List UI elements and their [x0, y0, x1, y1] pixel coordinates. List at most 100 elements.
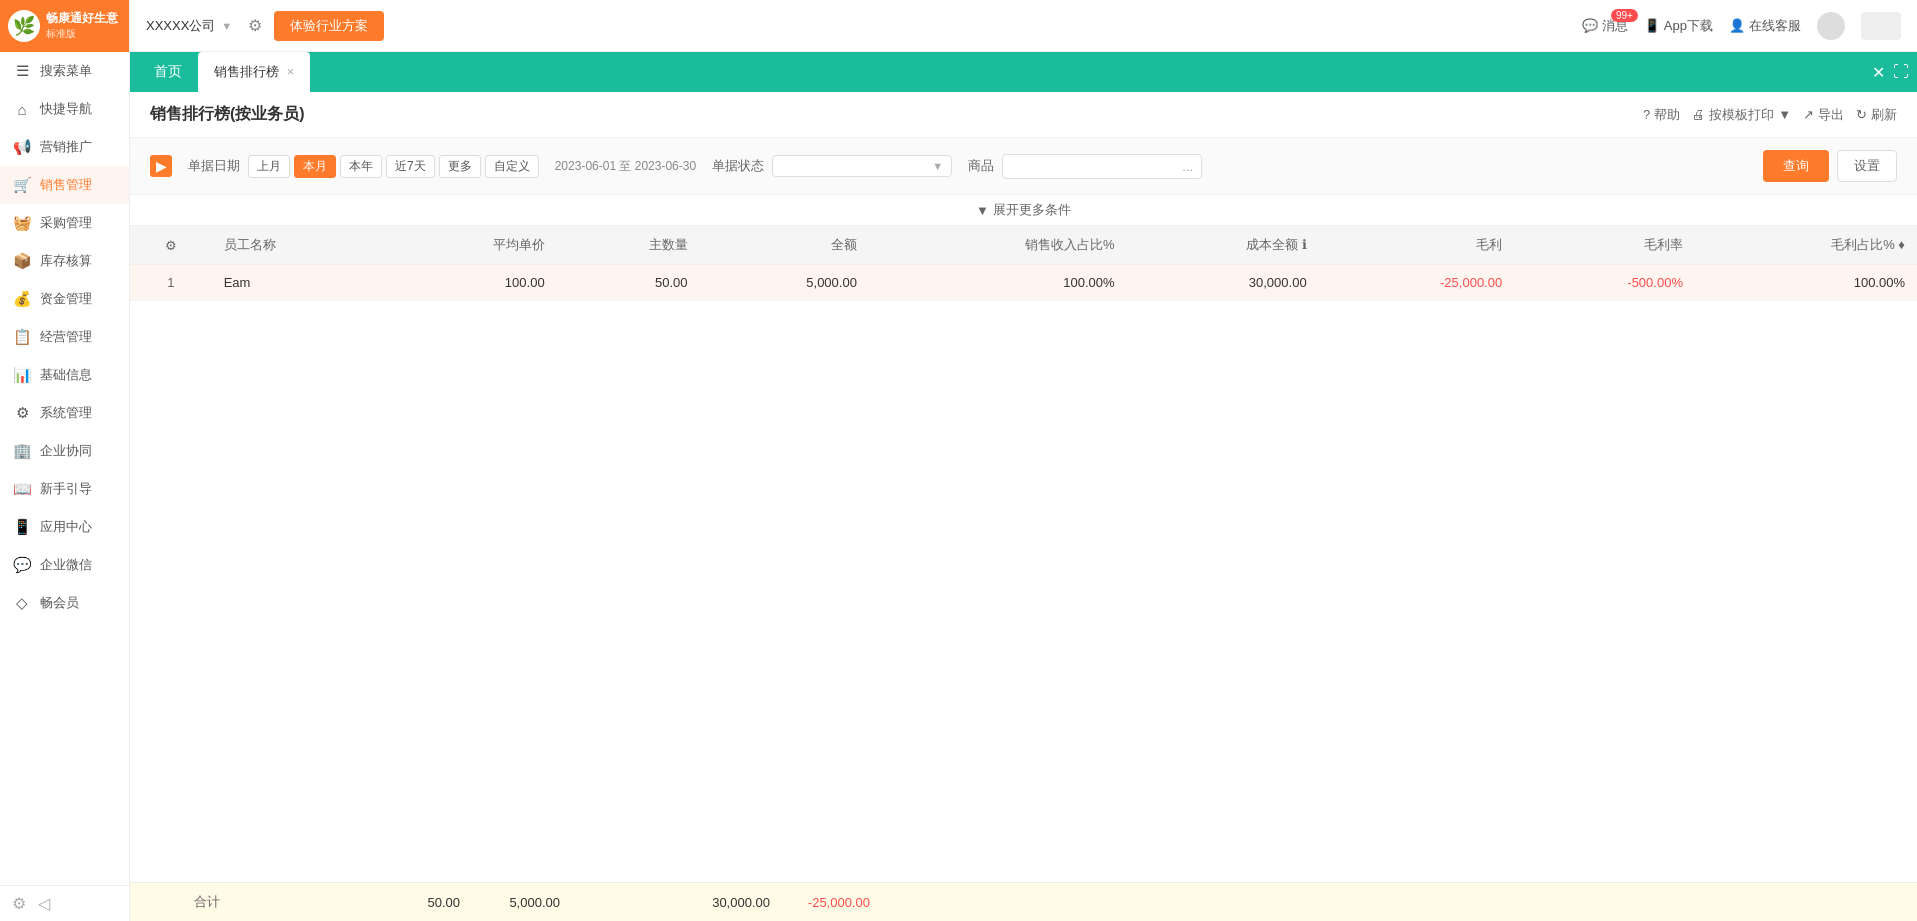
col-header-settings: ⚙ — [130, 226, 212, 265]
expand-more-button[interactable]: ▼ 展开更多条件 — [976, 201, 1071, 219]
marketing-icon: 📢 — [12, 138, 32, 156]
cell-name: Eam — [212, 265, 384, 301]
tabbar-actions: ✕ ⛶ — [1872, 63, 1909, 82]
help-icon: ? — [1643, 107, 1650, 122]
sidebar-item-app-center[interactable]: 📱 应用中心 — [0, 508, 129, 546]
date-quick-buttons: 上月本月本年近7天更多自定义 — [248, 155, 539, 178]
topbar-settings-icon[interactable]: ⚙ — [248, 16, 262, 35]
print-icon: 🖨 — [1692, 107, 1705, 122]
help-button[interactable]: ? 帮助 — [1643, 106, 1680, 124]
system-icon: ⚙ — [12, 404, 32, 422]
logo-text: 畅康通好生意 标准版 — [46, 11, 118, 41]
page-header: 销售排行榜(按业务员) ? 帮助 🖨 按模板打印 ▼ ↗ 导出 ↻ 刷新 — [130, 92, 1917, 138]
tab-maximize-icon[interactable]: ⛶ — [1893, 63, 1909, 81]
date-btn-1[interactable]: 本月 — [294, 155, 336, 178]
quick-nav-label: 快捷导航 — [40, 100, 92, 118]
cell-gross: -25,000.00 — [1319, 265, 1515, 301]
sidebar-item-finance[interactable]: 💰 资金管理 — [0, 280, 129, 318]
filter-collapse-button[interactable]: ▶ — [150, 155, 172, 177]
sidebar-item-operation[interactable]: 📋 经营管理 — [0, 318, 129, 356]
cell-rank: 1 — [130, 265, 212, 301]
company-selector[interactable]: XXXXX公司 ▼ — [146, 17, 232, 35]
refresh-button[interactable]: ↻ 刷新 — [1856, 106, 1897, 124]
sidebar-item-marketing[interactable]: 📢 营销推广 — [0, 128, 129, 166]
user-avatar[interactable] — [1817, 12, 1845, 40]
tab-close-icon[interactable]: × — [287, 65, 294, 79]
query-button[interactable]: 查询 — [1763, 150, 1829, 182]
cell-gross_rate: -500.00% — [1514, 265, 1695, 301]
col-header-gross_rate: 毛利率 — [1514, 226, 1695, 265]
export-icon: ↗ — [1803, 107, 1814, 122]
service-icon: 👤 — [1729, 18, 1745, 33]
col-header-gross_pct: 毛利占比% ♦ — [1695, 226, 1917, 265]
sidebar-item-quick-nav[interactable]: ⌂ 快捷导航 — [0, 90, 129, 128]
basic-info-icon: 📊 — [12, 366, 32, 384]
finance-label: 资金管理 — [40, 290, 92, 308]
enterprise-label: 企业协同 — [40, 442, 92, 460]
wechat-label: 企业微信 — [40, 556, 92, 574]
print-dropdown-icon: ▼ — [1778, 107, 1791, 122]
message-button[interactable]: 💬 消息 99+ — [1582, 17, 1628, 35]
marketing-label: 营销推广 — [40, 138, 92, 156]
inventory-icon: 📦 — [12, 252, 32, 270]
sidebar-item-inventory[interactable]: 📦 库存核算 — [0, 242, 129, 280]
sales-label: 销售管理 — [40, 176, 92, 194]
date-btn-3[interactable]: 近7天 — [386, 155, 435, 178]
expand-more-section: ▼ 展开更多条件 — [130, 195, 1917, 226]
operation-label: 经营管理 — [40, 328, 92, 346]
tab-close-window-icon[interactable]: ✕ — [1872, 63, 1885, 82]
company-name: XXXXX公司 — [146, 17, 215, 35]
sidebar-item-search-order[interactable]: ☰ 搜索菜单 — [0, 52, 129, 90]
sidebar-item-basic-info[interactable]: 📊 基础信息 — [0, 356, 129, 394]
search-order-icon: ☰ — [12, 62, 32, 80]
date-btn-4[interactable]: 更多 — [439, 155, 481, 178]
goods-input[interactable]: ... — [1002, 154, 1202, 179]
date-btn-2[interactable]: 本年 — [340, 155, 382, 178]
tab-home[interactable]: 首页 — [138, 52, 198, 92]
sidebar-collapse-icon[interactable]: ◁ — [38, 894, 50, 913]
date-filter-group: 单据日期 上月本月本年近7天更多自定义 — [188, 155, 539, 178]
col-header-sales_pct: 销售收入占比% — [869, 226, 1127, 265]
doc-status-select[interactable]: ▼ — [772, 155, 952, 177]
doc-status-label: 单据状态 — [712, 157, 764, 175]
topbar-right: 💬 消息 99+ 📱 App下载 👤 在线客服 — [1582, 12, 1901, 40]
date-btn-0[interactable]: 上月 — [248, 155, 290, 178]
cell-gross_pct: 100.00% — [1695, 265, 1917, 301]
settings-button[interactable]: 设置 — [1837, 150, 1897, 182]
sidebar-item-system[interactable]: ⚙ 系统管理 — [0, 394, 129, 432]
table-footer: 合计50.005,000.0030,000.00-25,000.00 — [130, 882, 1917, 921]
sidebar-settings-icon[interactable]: ⚙ — [12, 894, 26, 913]
page-title: 销售排行榜(按业务员) — [150, 104, 1643, 125]
topbar: XXXXX公司 ▼ ⚙ 体验行业方案 💬 消息 99+ 📱 App下载 👤 在线… — [130, 0, 1917, 52]
quick-nav-icon: ⌂ — [12, 101, 32, 118]
sidebar-item-enterprise[interactable]: 🏢 企业协同 — [0, 432, 129, 470]
purchase-icon: 🧺 — [12, 214, 32, 232]
goods-more-icon: ... — [1182, 159, 1193, 174]
table-header-row: ⚙员工名称平均单价主数量全额销售收入占比%成本全额 ℹ毛利毛利率毛利占比% ♦ — [130, 226, 1917, 265]
date-filter-label: 单据日期 — [188, 157, 240, 175]
inventory-label: 库存核算 — [40, 252, 92, 270]
operation-icon: 📋 — [12, 328, 32, 346]
trial-button[interactable]: 体验行业方案 — [274, 11, 384, 41]
footer-cell: 5,000.00 — [472, 895, 572, 910]
sidebar-item-purchase[interactable]: 🧺 采购管理 — [0, 204, 129, 242]
table-row: 1Eam100.0050.005,000.00100.00%30,000.00-… — [130, 265, 1917, 301]
sidebar-item-guide[interactable]: 📖 新手引导 — [0, 470, 129, 508]
sidebar-item-member[interactable]: ◇ 畅会员 — [0, 584, 129, 622]
export-button[interactable]: ↗ 导出 — [1803, 106, 1844, 124]
sales-icon: 🛒 — [12, 176, 32, 194]
user-name-display — [1861, 12, 1901, 40]
finance-icon: 💰 — [12, 290, 32, 308]
col-header-qty: 主数量 — [557, 226, 700, 265]
refresh-icon: ↻ — [1856, 107, 1867, 122]
company-arrow-icon: ▼ — [221, 20, 232, 32]
date-btn-5[interactable]: 自定义 — [485, 155, 539, 178]
print-button[interactable]: 🖨 按模板打印 ▼ — [1692, 106, 1791, 124]
app-download-button[interactable]: 📱 App下载 — [1644, 17, 1713, 35]
online-service-button[interactable]: 👤 在线客服 — [1729, 17, 1801, 35]
sidebar-item-sales[interactable]: 🛒 销售管理 — [0, 166, 129, 204]
tab-sales-ranking[interactable]: 销售排行榜 × — [198, 52, 310, 92]
member-label: 畅会员 — [40, 594, 79, 612]
sidebar-item-wechat[interactable]: 💬 企业微信 — [0, 546, 129, 584]
logo-icon: 🌿 — [8, 10, 40, 42]
